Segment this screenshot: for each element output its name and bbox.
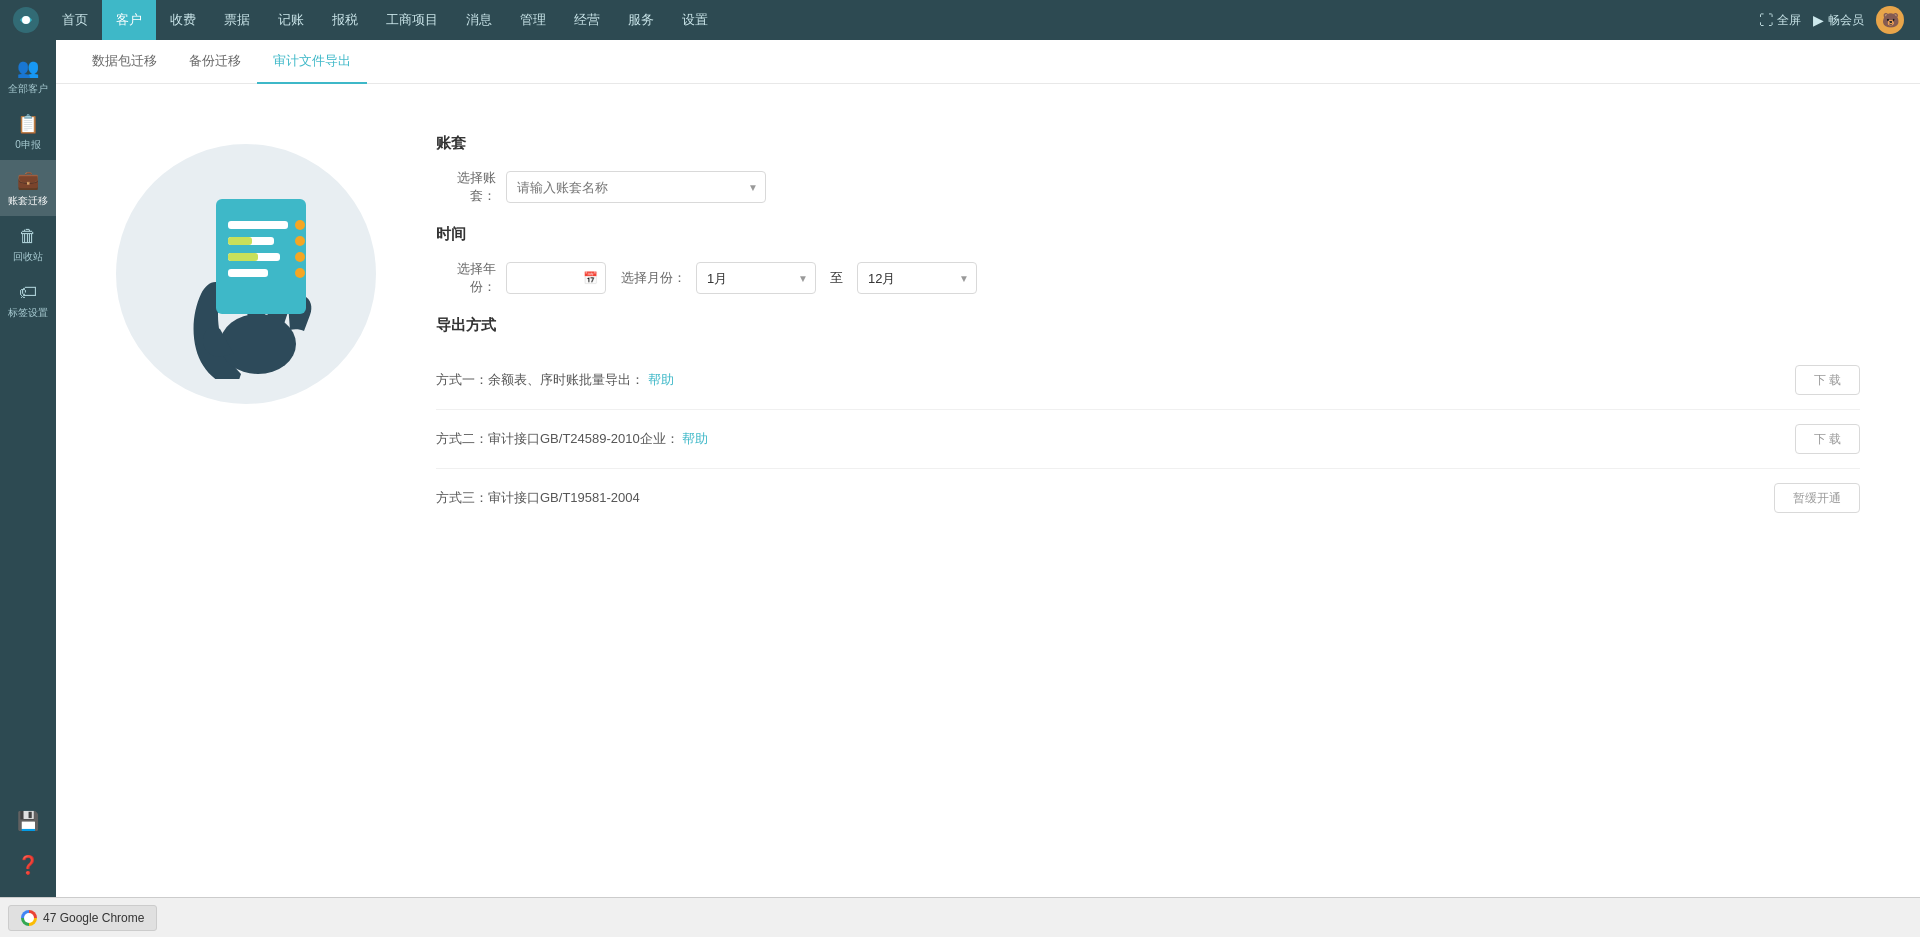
year-label: 选择年份： [436,260,496,296]
method-3-text: 方式三：审计接口GB/T19581-2004 [436,490,640,505]
fullscreen-icon: ⛶ [1759,12,1773,28]
year-input[interactable]: 2023 [506,262,606,294]
method-2-download-button[interactable]: 下 载 [1795,424,1860,454]
vip-button[interactable]: ▶ 畅会员 [1813,12,1864,29]
method-3-label: 方式三：审计接口GB/T19581-2004 [436,489,640,507]
nav-home[interactable]: 首页 [48,0,102,40]
sidebar-item-account-migration[interactable]: 💼 账套迁移 [0,160,56,216]
content-area: 数据包迁移 备份迁移 审计文件导出 [56,40,1920,897]
sidebar-help-button[interactable]: ❓ [0,845,56,885]
time-section-title: 时间 [436,225,1860,244]
account-label: 选择账套： [436,169,496,205]
sidebar-item-all-customers[interactable]: 👥 全部客户 [0,48,56,104]
tab-backup-migration[interactable]: 备份迁移 [173,40,257,84]
svg-rect-4 [228,221,288,229]
audit-illustration [146,169,346,379]
filing-icon: 📋 [17,113,39,135]
svg-point-11 [295,268,305,278]
svg-point-10 [295,252,305,262]
sidebar-item-recycle[interactable]: 🗑 回收站 [0,216,56,272]
export-method-2-row: 方式二：审计接口GB/T24589-2010企业： 帮助 下 载 [436,410,1860,469]
month-end-select-wrapper: 1月2月3月 4月5月6月 7月8月9月 10月11月 12月 ▼ [857,262,977,294]
svg-point-2 [220,314,296,374]
sidebar-label-tags: 标签设置 [8,307,48,319]
account-input[interactable] [506,171,766,203]
time-form-row: 选择年份： 2023 📅 选择月份： 1月2月3月 4月5月6月 7月8月9月 … [436,260,1860,296]
svg-rect-13 [228,253,258,261]
svg-rect-7 [228,269,268,277]
nav-right: ⛶ 全屏 ▶ 畅会员 🐻 [1759,6,1920,34]
sidebar: 👥 全部客户 📋 0申报 💼 账套迁移 🗑 回收站 🏷 标签设置 💾 ❓ [0,40,56,897]
recycle-icon: 🗑 [19,226,37,247]
nav-operation[interactable]: 经营 [560,0,614,40]
app-logo [8,2,44,38]
month-end-select[interactable]: 1月2月3月 4月5月6月 7月8月9月 10月11月 12月 [857,262,977,294]
svg-point-8 [295,220,305,230]
main-layout: 👥 全部客户 📋 0申报 💼 账套迁移 🗑 回收站 🏷 标签设置 💾 ❓ 数据包… [0,40,1920,897]
method-2-help-link[interactable]: 帮助 [682,431,708,446]
sidebar-download-button[interactable]: 💾 [0,801,56,841]
fullscreen-button[interactable]: ⛶ 全屏 [1759,12,1801,29]
year-input-wrapper: 2023 📅 [506,262,606,294]
method-1-download-button[interactable]: 下 载 [1795,365,1860,395]
account-select-wrapper: ▼ [506,171,766,203]
nav-items: 首页 客户 收费 票据 记账 报税 工商项目 消息 管理 经营 服务 设置 [48,0,1759,40]
account-section-title: 账套 [436,134,1860,153]
sidebar-label-migration: 账套迁移 [8,195,48,207]
form-section: 账套 选择账套： ▼ 时间 选择年份： 2023 📅 [436,124,1860,527]
month-start-select-wrapper: 1月2月3月 4月5月6月 7月8月9月 10月11月12月 ▼ [696,262,816,294]
export-method-1-row: 方式一：余额表、序时账批量导出： 帮助 下 载 [436,351,1860,410]
vip-label: 畅会员 [1828,12,1864,29]
nav-settings[interactable]: 设置 [668,0,722,40]
sidebar-label-customers: 全部客户 [8,83,48,95]
taskbar: 47 Google Chrome [0,897,1920,937]
top-navigation: 首页 客户 收费 票据 记账 报税 工商项目 消息 管理 经营 服务 设置 ⛶ … [0,0,1920,40]
method-3-unlock-button[interactable]: 暂缓开通 [1774,483,1860,513]
method-1-label: 方式一：余额表、序时账批量导出： 帮助 [436,371,674,389]
page-content: 账套 选择账套： ▼ 时间 选择年份： 2023 📅 [56,84,1920,897]
tab-audit-export[interactable]: 审计文件导出 [257,40,367,84]
tab-bar: 数据包迁移 备份迁移 审计文件导出 [56,40,1920,84]
customers-icon: 👥 [17,57,39,79]
sidebar-bottom: 💾 ❓ [0,801,56,897]
sidebar-item-zero-filing[interactable]: 📋 0申报 [0,104,56,160]
nav-business[interactable]: 工商项目 [372,0,452,40]
illustration-area [116,124,376,404]
chrome-icon [21,910,37,926]
avatar[interactable]: 🐻 [1876,6,1904,34]
nav-customers[interactable]: 客户 [102,0,156,40]
nav-invoice[interactable]: 票据 [210,0,264,40]
month-label: 选择月份： [616,269,686,287]
tag-icon: 🏷 [19,282,37,303]
export-method-3-row: 方式三：审计接口GB/T19581-2004 暂缓开通 [436,469,1860,527]
migration-icon: 💼 [17,169,39,191]
sidebar-item-tag-settings[interactable]: 🏷 标签设置 [0,272,56,328]
sidebar-label-filing: 0申报 [15,139,41,151]
method-2-label: 方式二：审计接口GB/T24589-2010企业： 帮助 [436,430,708,448]
time-separator: 至 [826,269,847,287]
svg-point-9 [295,236,305,246]
method-1-help-link[interactable]: 帮助 [648,372,674,387]
month-start-select[interactable]: 1月2月3月 4月5月6月 7月8月9月 10月11月12月 [696,262,816,294]
nav-accounting[interactable]: 记账 [264,0,318,40]
nav-tax[interactable]: 报税 [318,0,372,40]
sidebar-label-recycle: 回收站 [13,251,43,263]
svg-point-1 [22,16,30,24]
export-section-title: 导出方式 [436,316,1860,335]
fullscreen-label: 全屏 [1777,12,1801,29]
method-2-text: 方式二：审计接口GB/T24589-2010企业： [436,431,679,446]
vip-icon: ▶ [1813,12,1824,28]
taskbar-chrome[interactable]: 47 Google Chrome [8,905,157,931]
nav-manage[interactable]: 管理 [506,0,560,40]
taskbar-chrome-label: 47 Google Chrome [43,911,144,925]
tab-data-migration[interactable]: 数据包迁移 [76,40,173,84]
svg-rect-12 [228,237,252,245]
nav-service[interactable]: 服务 [614,0,668,40]
account-form-row: 选择账套： ▼ [436,169,1860,205]
nav-message[interactable]: 消息 [452,0,506,40]
method-1-text: 方式一：余额表、序时账批量导出： [436,372,644,387]
illustration-circle [116,144,376,404]
nav-billing[interactable]: 收费 [156,0,210,40]
